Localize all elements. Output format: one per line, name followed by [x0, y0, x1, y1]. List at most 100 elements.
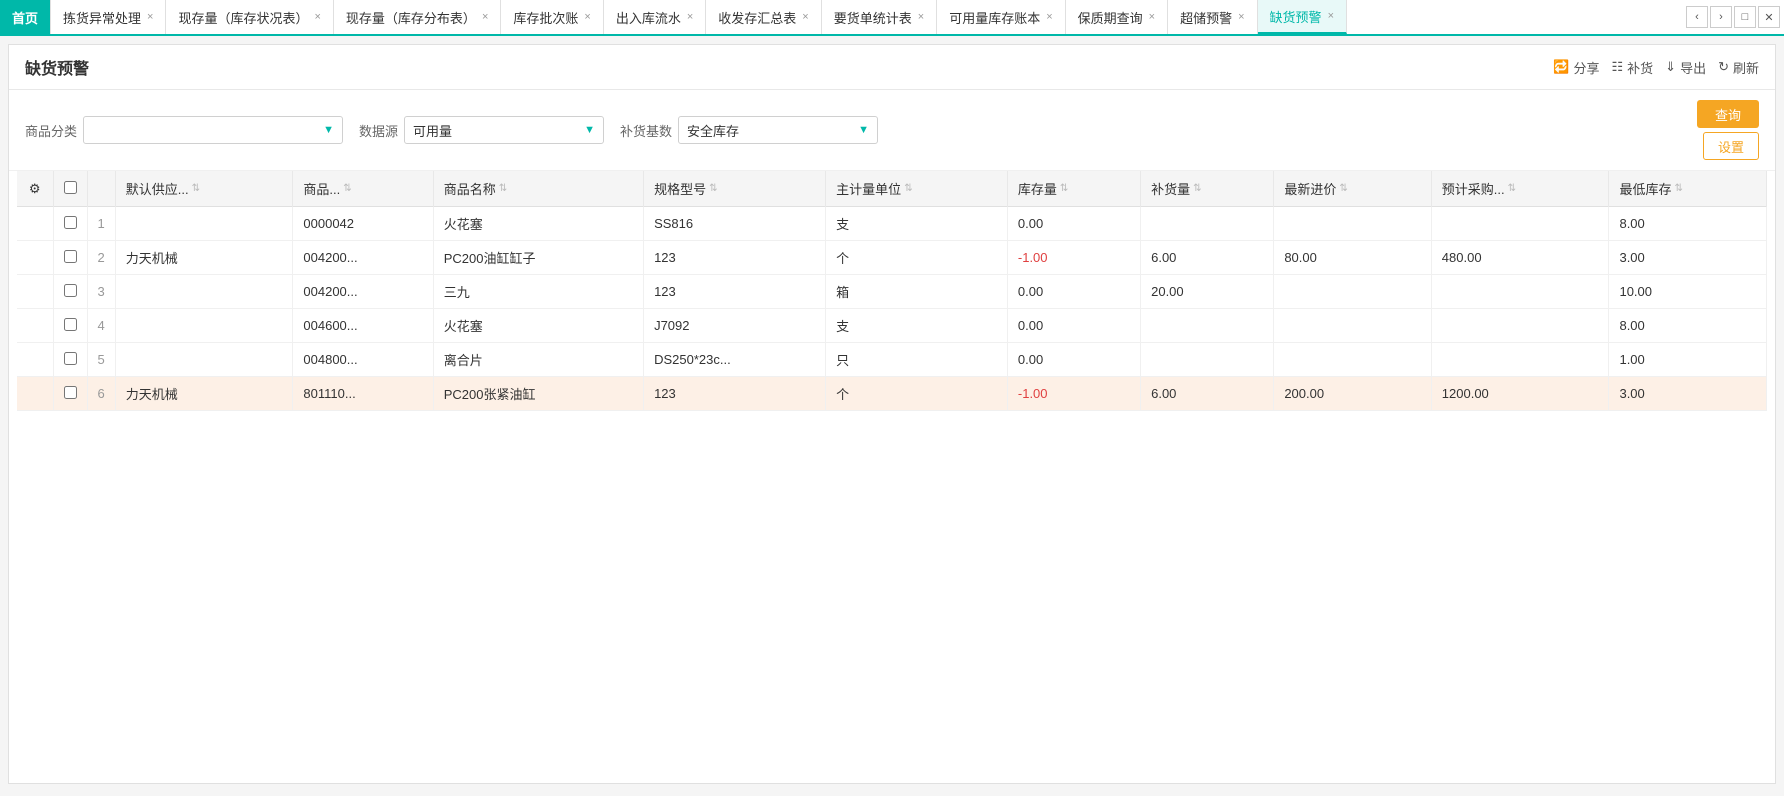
- tab-restore[interactable]: □: [1734, 6, 1756, 28]
- row-stock: 0.00: [1007, 343, 1140, 377]
- category-chevron-icon: ▼: [323, 124, 334, 136]
- page-header: 缺货预警 🔁 分享 ☷ 补货 ⇓ 导出 ↻ 刷新: [9, 45, 1775, 90]
- tab-expiry[interactable]: 保质期查询×: [1066, 0, 1168, 34]
- row-checkbox[interactable]: [64, 284, 77, 297]
- page-title: 缺货预警: [25, 55, 1553, 79]
- tab-close-all[interactable]: ✕: [1758, 6, 1780, 28]
- tab-scroll-left[interactable]: ‹: [1686, 6, 1708, 28]
- row-est-purchase: [1431, 207, 1609, 241]
- th-row-num: [87, 171, 115, 207]
- row-min-stock: 8.00: [1609, 207, 1767, 241]
- data-table: ⚙ 默认供应...⇅ 商品...⇅ 商品名称⇅ 规格型号⇅ 主计量单位⇅ 库存量…: [17, 171, 1767, 411]
- row-spec: DS250*23c...: [644, 343, 826, 377]
- share-icon: 🔁: [1553, 59, 1569, 75]
- tab-home[interactable]: 首页: [0, 0, 51, 34]
- row-replenish-qty: 6.00: [1141, 241, 1274, 275]
- th-product-name[interactable]: 商品名称⇅: [433, 171, 643, 207]
- th-stock[interactable]: 库存量⇅: [1007, 171, 1140, 207]
- tab-close-order-stats[interactable]: ×: [918, 11, 924, 23]
- row-number: 1: [87, 207, 115, 241]
- tab-close-inout-flow[interactable]: ×: [687, 11, 693, 23]
- tab-batch[interactable]: 库存批次账×: [501, 0, 603, 34]
- row-checkbox[interactable]: [64, 352, 77, 365]
- tab-collect-summary[interactable]: 收发存汇总表×: [706, 0, 821, 34]
- row-unit: 个: [826, 377, 1008, 411]
- tab-close-inventory-dist[interactable]: ×: [482, 11, 488, 23]
- row-product-code: 004600...: [293, 309, 433, 343]
- row-latest-price: [1274, 309, 1431, 343]
- datasource-select-value: 可用量: [413, 121, 452, 140]
- table-row: 2 力天机械 004200... PC200油缸缸子 123 个 -1.00 6…: [17, 241, 1767, 275]
- row-product-name: PC200油缸缸子: [433, 241, 643, 275]
- th-est-purchase[interactable]: 预计采购...⇅: [1431, 171, 1609, 207]
- th-latest-price[interactable]: 最新进价⇅: [1274, 171, 1431, 207]
- page-container: 缺货预警 🔁 分享 ☷ 补货 ⇓ 导出 ↻ 刷新 商品分类: [8, 44, 1776, 784]
- th-min-stock[interactable]: 最低库存⇅: [1609, 171, 1767, 207]
- tab-close-expiry[interactable]: ×: [1149, 11, 1155, 23]
- tab-close-batch[interactable]: ×: [584, 11, 590, 23]
- replenish-base-select[interactable]: 安全库存 ▼: [678, 116, 878, 144]
- tab-exception[interactable]: 拣货异常处理×: [51, 0, 166, 34]
- replenish-base-label: 补货基数: [620, 121, 672, 140]
- row-min-stock: 1.00: [1609, 343, 1767, 377]
- select-all-checkbox[interactable]: [64, 181, 77, 194]
- row-gear-cell: [17, 275, 53, 309]
- tab-inventory-status[interactable]: 现存量（库存状况表）×: [166, 0, 333, 34]
- th-product-code[interactable]: 商品...⇅: [293, 171, 433, 207]
- row-est-purchase: [1431, 275, 1609, 309]
- tab-close-available-ledger[interactable]: ×: [1046, 11, 1052, 23]
- datasource-chevron-icon: ▼: [584, 124, 595, 136]
- tab-available-ledger[interactable]: 可用量库存账本×: [937, 0, 1065, 34]
- row-checkbox[interactable]: [64, 250, 77, 263]
- tab-close-exception[interactable]: ×: [147, 11, 153, 23]
- table-container: ⚙ 默认供应...⇅ 商品...⇅ 商品名称⇅ 规格型号⇅ 主计量单位⇅ 库存量…: [9, 171, 1775, 411]
- row-est-purchase: 1200.00: [1431, 377, 1609, 411]
- row-checkbox-cell: [53, 377, 87, 411]
- row-stock: -1.00: [1007, 377, 1140, 411]
- tab-close-overstock[interactable]: ×: [1238, 11, 1244, 23]
- filter-actions: 查询 设置: [1697, 100, 1759, 160]
- row-number: 5: [87, 343, 115, 377]
- category-select[interactable]: ▼: [83, 116, 343, 144]
- row-checkbox-cell: [53, 275, 87, 309]
- export-button[interactable]: ⇓ 导出: [1665, 58, 1706, 77]
- settings-button[interactable]: 设置: [1703, 132, 1759, 160]
- row-product-code: 004800...: [293, 343, 433, 377]
- tab-close-inventory-status[interactable]: ×: [314, 11, 320, 23]
- row-stock: -1.00: [1007, 241, 1140, 275]
- row-number: 4: [87, 309, 115, 343]
- row-replenish-qty: [1141, 343, 1274, 377]
- row-checkbox[interactable]: [64, 386, 77, 399]
- refresh-button[interactable]: ↻ 刷新: [1718, 58, 1759, 77]
- row-supplier: [115, 343, 293, 377]
- tab-close-shortage[interactable]: ×: [1328, 10, 1334, 22]
- tab-shortage[interactable]: 缺货预警×: [1258, 0, 1347, 34]
- row-unit: 箱: [826, 275, 1008, 309]
- tab-inout-flow[interactable]: 出入库流水×: [604, 0, 706, 34]
- row-min-stock: 3.00: [1609, 241, 1767, 275]
- tab-close-collect-summary[interactable]: ×: [802, 11, 808, 23]
- row-unit: 只: [826, 343, 1008, 377]
- row-replenish-qty: 6.00: [1141, 377, 1274, 411]
- row-latest-price: [1274, 207, 1431, 241]
- tab-scroll-right[interactable]: ›: [1710, 6, 1732, 28]
- tab-inventory-dist[interactable]: 现存量（库存分布表）×: [334, 0, 501, 34]
- row-supplier: 力天机械: [115, 377, 293, 411]
- share-button[interactable]: 🔁 分享: [1553, 58, 1599, 77]
- th-default-supplier[interactable]: 默认供应...⇅: [115, 171, 293, 207]
- row-checkbox[interactable]: [64, 318, 77, 331]
- tab-overstock[interactable]: 超储预警×: [1168, 0, 1257, 34]
- replenish-button[interactable]: ☷ 补货: [1611, 58, 1653, 77]
- th-replenish-qty[interactable]: 补货量⇅: [1141, 171, 1274, 207]
- th-spec[interactable]: 规格型号⇅: [644, 171, 826, 207]
- th-unit[interactable]: 主计量单位⇅: [826, 171, 1008, 207]
- row-min-stock: 8.00: [1609, 309, 1767, 343]
- row-latest-price: [1274, 343, 1431, 377]
- datasource-select[interactable]: 可用量 ▼: [404, 116, 604, 144]
- query-button[interactable]: 查询: [1697, 100, 1759, 128]
- row-est-purchase: [1431, 309, 1609, 343]
- tab-order-stats[interactable]: 要货单统计表×: [822, 0, 937, 34]
- row-checkbox[interactable]: [64, 216, 77, 229]
- row-min-stock: 10.00: [1609, 275, 1767, 309]
- th-gear[interactable]: ⚙: [17, 171, 53, 207]
